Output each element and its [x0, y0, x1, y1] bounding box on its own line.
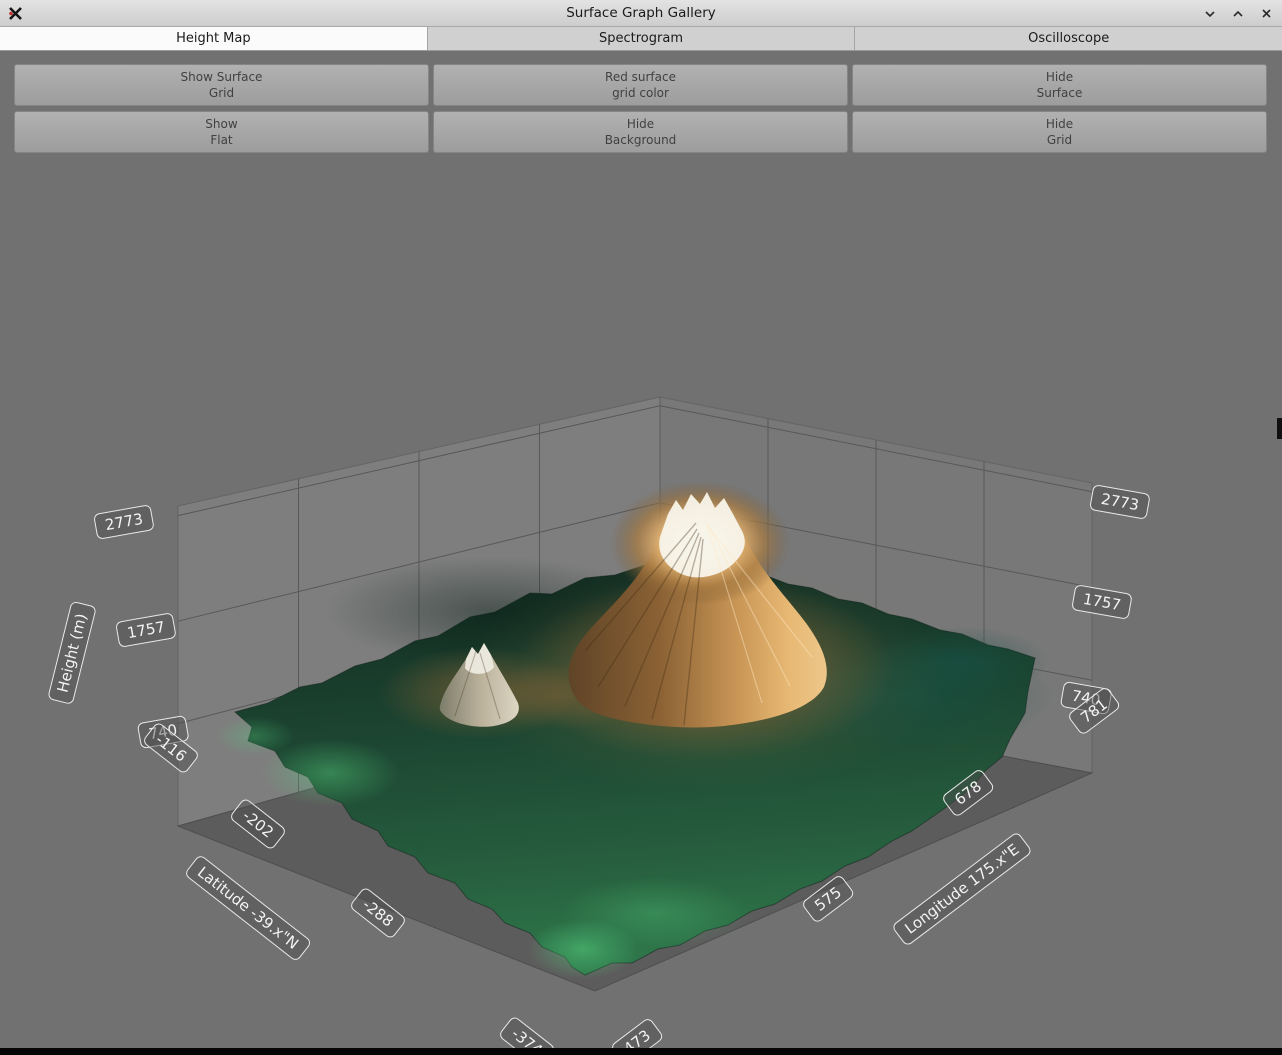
minimize-button[interactable] [1202, 6, 1218, 22]
button-label-line: Hide [1046, 69, 1073, 85]
surface-3d-plot[interactable] [0, 51, 1282, 1055]
button-label-line: Hide [1046, 116, 1073, 132]
show-surface-grid-button[interactable]: Show Surface Grid [14, 64, 429, 106]
maximize-button[interactable] [1230, 6, 1246, 22]
hide-grid-button[interactable]: Hide Grid [852, 111, 1267, 153]
tab-height-map[interactable]: Height Map [0, 27, 428, 50]
chevron-down-icon [1204, 10, 1216, 18]
graph-controls: Show Surface Grid Red surface grid color… [14, 64, 1267, 153]
button-label-line: Grid [209, 85, 234, 101]
hide-surface-button[interactable]: Hide Surface [852, 64, 1267, 106]
button-label-line: Show [205, 116, 237, 132]
app-window: Surface Graph Gallery Height Map Spectro… [0, 0, 1282, 1055]
button-label-line: Grid [1047, 132, 1072, 148]
button-label-line: Show Surface [181, 69, 263, 85]
window-controls [1202, 0, 1274, 27]
tab-oscilloscope[interactable]: Oscilloscope [855, 27, 1282, 50]
button-label-line: Flat [210, 132, 232, 148]
button-label-line: Surface [1037, 85, 1083, 101]
button-label-line: Hide [627, 116, 654, 132]
button-label-line: Background [605, 132, 677, 148]
button-label-line: grid color [612, 85, 669, 101]
button-label-line: Red surface [605, 69, 676, 85]
tab-bar: Height Map Spectrogram Oscilloscope [0, 27, 1282, 51]
red-surface-grid-color-button[interactable]: Red surface grid color [433, 64, 848, 106]
tab-spectrogram[interactable]: Spectrogram [428, 27, 856, 50]
titlebar[interactable]: Surface Graph Gallery [0, 0, 1282, 27]
bottom-edge-strip [0, 1048, 1282, 1055]
show-flat-button[interactable]: Show Flat [14, 111, 429, 153]
chevron-up-icon [1232, 10, 1244, 18]
close-icon [1261, 8, 1272, 19]
window-title: Surface Graph Gallery [0, 5, 1282, 21]
content-area: Show Surface Grid Red surface grid color… [0, 51, 1282, 1055]
hide-background-button[interactable]: Hide Background [433, 111, 848, 153]
close-button[interactable] [1258, 6, 1274, 22]
right-edge-artifact [1277, 418, 1282, 439]
